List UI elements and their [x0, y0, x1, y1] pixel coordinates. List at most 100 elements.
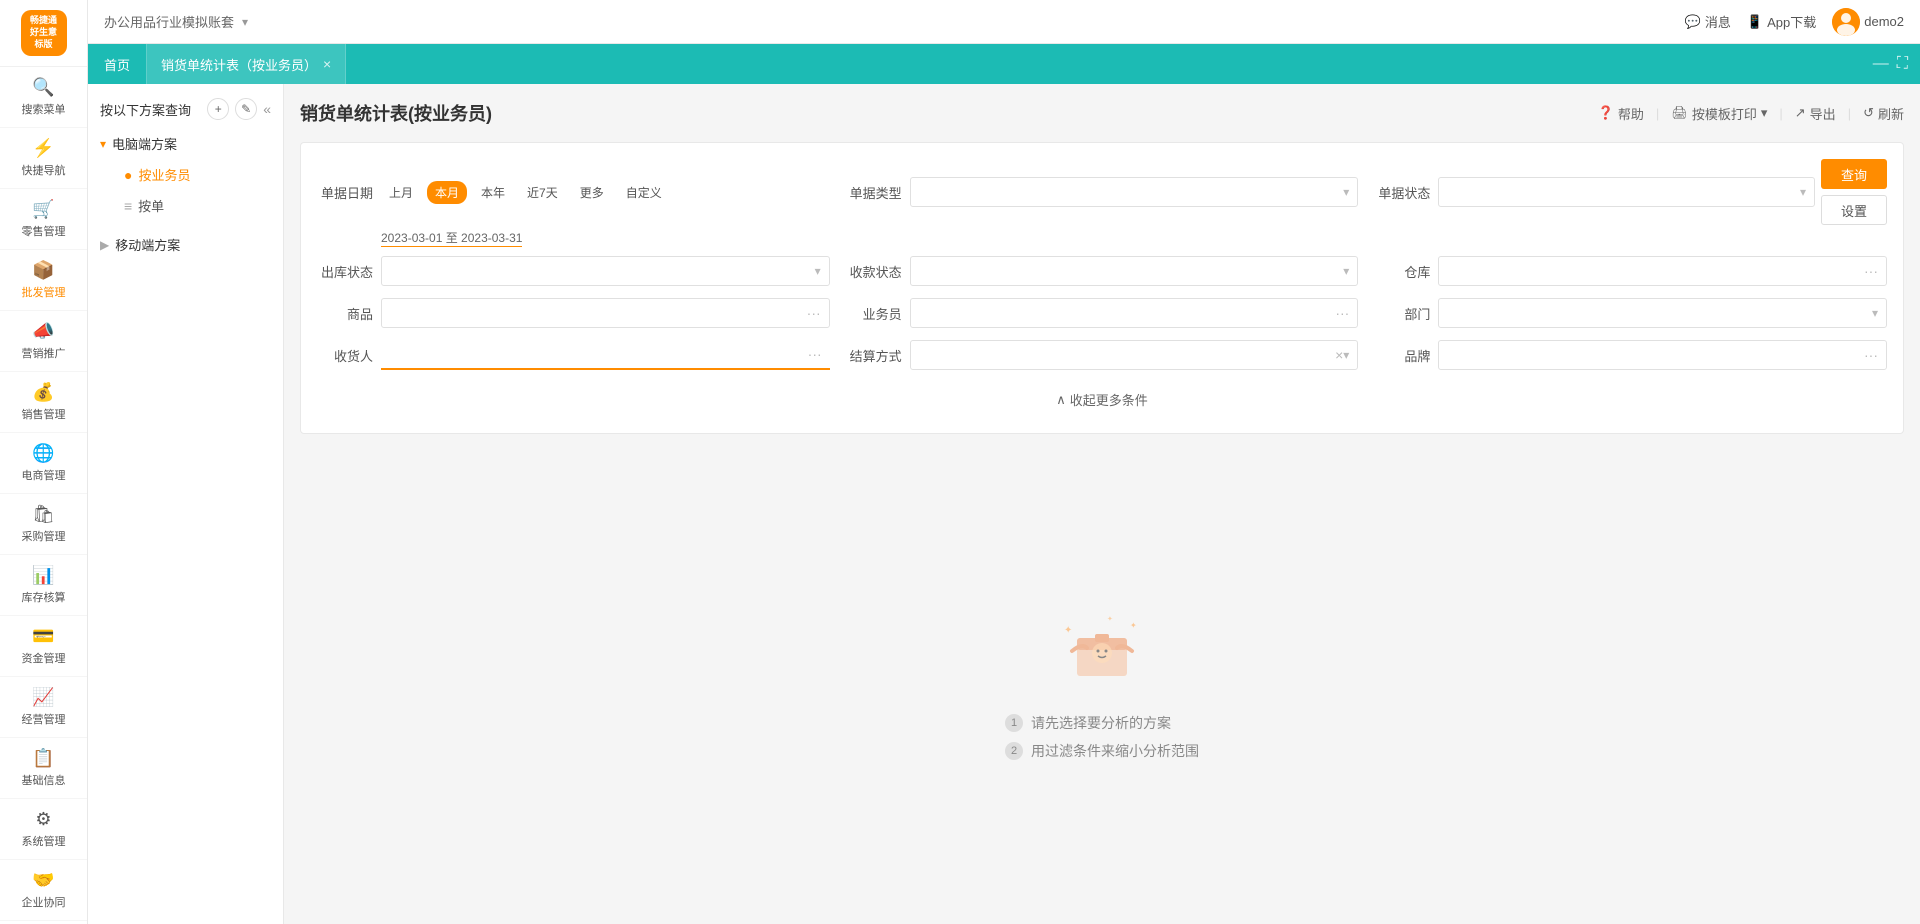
filter-row-2: 出库状态 ▾ 收款状态 ▾ 仓库 [317, 256, 1887, 286]
tab-minimize-icon[interactable]: — [1873, 55, 1889, 73]
sidebar-menu: 🔍 搜索菜单 ⚡ 快捷导航 🛒 零售管理 📦 批发管理 📣 营销推广 💰 销售管… [0, 67, 87, 924]
sidebar-item-operations-label: 经营管理 [22, 711, 66, 727]
sidebar-item-basic[interactable]: 📋 基础信息 [0, 738, 87, 799]
date-tab-7days[interactable]: 近7天 [519, 181, 566, 204]
scheme-collapse-button[interactable]: « [263, 101, 271, 117]
scheme-edit-button[interactable]: ✎ [235, 98, 257, 120]
consignee-more-icon[interactable]: ··· [808, 346, 822, 362]
tab-maximize-icon[interactable]: ⛶ [1897, 55, 1908, 73]
sidebar-item-inventory[interactable]: 📊 库存核算 [0, 555, 87, 616]
sidebar-item-marketing[interactable]: 📣 营销推广 [0, 311, 87, 372]
consignee-input[interactable]: ··· [381, 340, 830, 370]
sidebar-item-quicknav[interactable]: ⚡ 快捷导航 [0, 128, 87, 189]
settings-button[interactable]: 设置 [1821, 195, 1887, 225]
payment-clear-icon[interactable]: × [1335, 347, 1343, 363]
scheme-group-desktop-header[interactable]: ▾ 电脑端方案 [100, 128, 271, 159]
brand-select[interactable]: ··· [1438, 340, 1887, 370]
print-button[interactable]: 🖨 按模板打印 ▾ [1671, 104, 1767, 123]
sidebar-item-operations[interactable]: 📈 经营管理 [0, 677, 87, 738]
app-download-button[interactable]: 📱 App下载 [1747, 12, 1816, 31]
receiptstatus-select[interactable]: ▾ [910, 256, 1359, 286]
date-tab-thismonth[interactable]: 本月 [427, 181, 467, 204]
goods-select[interactable]: ··· [381, 298, 830, 328]
ecommerce-icon: 🌐 [32, 443, 54, 464]
username-label: demo2 [1864, 14, 1904, 29]
sidebar-item-ecommerce[interactable]: 🌐 电商管理 [0, 433, 87, 494]
print-dropdown-icon[interactable]: ▾ [1761, 105, 1768, 121]
doctype-select[interactable]: ▾ [910, 177, 1359, 207]
scheme-add-button[interactable]: + [207, 98, 229, 120]
query-button[interactable]: 查询 [1821, 159, 1887, 189]
dept-arrow-icon: ▾ [1872, 306, 1878, 320]
date-tab-more[interactable]: 更多 [572, 181, 612, 204]
sidebar-item-wholesale[interactable]: 📦 批发管理 [0, 250, 87, 311]
finance-icon: 💳 [32, 626, 54, 647]
tab-sales-report[interactable]: 销货单统计表（按业务员） × [147, 44, 346, 84]
scheme-panel: 按以下方案查询 + ✎ « ▾ 电脑端方案 ● 按业务员 [88, 84, 284, 924]
filter-item-payment: 结算方式 × ▾ [846, 340, 1359, 370]
page-title-bar: 销货单统计表(按业务员) ❓ 帮助 | 🖨 按模板打印 ▾ | ↗ [300, 100, 1904, 126]
warehouse-more-icon[interactable]: ··· [1864, 263, 1878, 279]
message-icon: 💬 [1685, 14, 1701, 30]
user-avatar-button[interactable]: demo2 [1832, 8, 1904, 36]
date-tab-lastmonth[interactable]: 上月 [381, 181, 421, 204]
main-area: 办公用品行业模拟账套 ▾ 💬 消息 📱 App下载 demo2 首页 [88, 0, 1920, 924]
export-button[interactable]: ↗ 导出 [1795, 104, 1836, 123]
collab-icon: 🤝 [32, 870, 54, 891]
tab-actions: — ⛶ [1861, 55, 1920, 73]
outstatus-select[interactable]: ▾ [381, 256, 830, 286]
warehouse-select[interactable]: ··· [1438, 256, 1887, 286]
query-btn-group: 查询 设置 [1821, 159, 1887, 225]
filter-item-doctype: 单据类型 ▾ [846, 159, 1359, 225]
svg-text:✦: ✦ [1064, 625, 1072, 636]
header-left: 办公用品行业模拟账套 ▾ [104, 12, 248, 31]
scheme-panel-actions: + ✎ « [207, 98, 271, 120]
sidebar-item-purchase[interactable]: 🛍 采购管理 [0, 494, 87, 555]
salesperson-label: 业务员 [846, 304, 902, 323]
sidebar-item-finance-label: 资金管理 [22, 650, 66, 666]
outstatus-arrow-icon: ▾ [815, 264, 821, 278]
scheme-item-salesperson-label: 按业务员 [138, 165, 190, 184]
breadcrumb-dropdown-icon[interactable]: ▾ [242, 15, 248, 29]
sidebar-item-sales[interactable]: 💰 销售管理 [0, 372, 87, 433]
sidebar-item-marketing-label: 营销推广 [22, 345, 66, 361]
brand-more-icon[interactable]: ··· [1864, 347, 1878, 363]
date-tab-custom[interactable]: 自定义 [618, 181, 670, 204]
basic-icon: 📋 [32, 748, 54, 769]
salesperson-select[interactable]: ··· [910, 298, 1359, 328]
goods-more-icon[interactable]: ··· [807, 305, 821, 321]
filter-row-4: 收货人 ··· 结算方式 × ▾ [317, 340, 1887, 370]
sidebar-item-purchase-label: 采购管理 [22, 528, 66, 544]
scheme-group-mobile-header[interactable]: ▶ 移动端方案 [100, 229, 271, 260]
sidebar-item-retail[interactable]: 🛒 零售管理 [0, 189, 87, 250]
sidebar-item-collab[interactable]: 🤝 企业协同 [0, 860, 87, 921]
refresh-icon: ↺ [1863, 105, 1874, 121]
purchase-icon: 🛍 [32, 504, 55, 525]
docstatus-arrow-icon: ▾ [1800, 185, 1806, 199]
step-2-num: 2 [1005, 742, 1023, 760]
doctype-arrow-icon: ▾ [1343, 185, 1349, 199]
scheme-item-order[interactable]: ≡ 按单 [116, 190, 271, 221]
quicknav-icon: ⚡ [32, 138, 54, 159]
date-tab-thisyear[interactable]: 本年 [473, 181, 513, 204]
sidebar-item-ecommerce-label: 电商管理 [22, 467, 66, 483]
payment-label: 结算方式 [846, 346, 902, 365]
svg-text:✦: ✦ [1107, 615, 1113, 623]
tab-home[interactable]: 首页 [88, 44, 147, 84]
scheme-panel-header: 按以下方案查询 + ✎ « [88, 94, 283, 128]
sidebar-item-system[interactable]: ⚙ 系统管理 [0, 799, 87, 860]
docstatus-select[interactable]: ▾ [1438, 177, 1815, 207]
message-button[interactable]: 💬 消息 [1685, 12, 1731, 31]
sidebar-item-finance[interactable]: 💳 资金管理 [0, 616, 87, 677]
collapse-button[interactable]: ∧ 收起更多条件 [1056, 390, 1148, 409]
salesperson-more-icon[interactable]: ··· [1335, 305, 1349, 321]
step-1-num: 1 [1005, 714, 1023, 732]
help-button[interactable]: ❓ 帮助 [1598, 104, 1644, 123]
sidebar-item-search[interactable]: 🔍 搜索菜单 [0, 67, 87, 128]
dept-select[interactable]: ▾ [1438, 298, 1887, 328]
dept-label: 部门 [1374, 304, 1430, 323]
payment-select[interactable]: × ▾ [910, 340, 1359, 370]
scheme-item-salesperson[interactable]: ● 按业务员 [116, 159, 271, 190]
refresh-button[interactable]: ↺ 刷新 [1863, 104, 1904, 123]
tab-close-icon[interactable]: × [323, 56, 331, 72]
